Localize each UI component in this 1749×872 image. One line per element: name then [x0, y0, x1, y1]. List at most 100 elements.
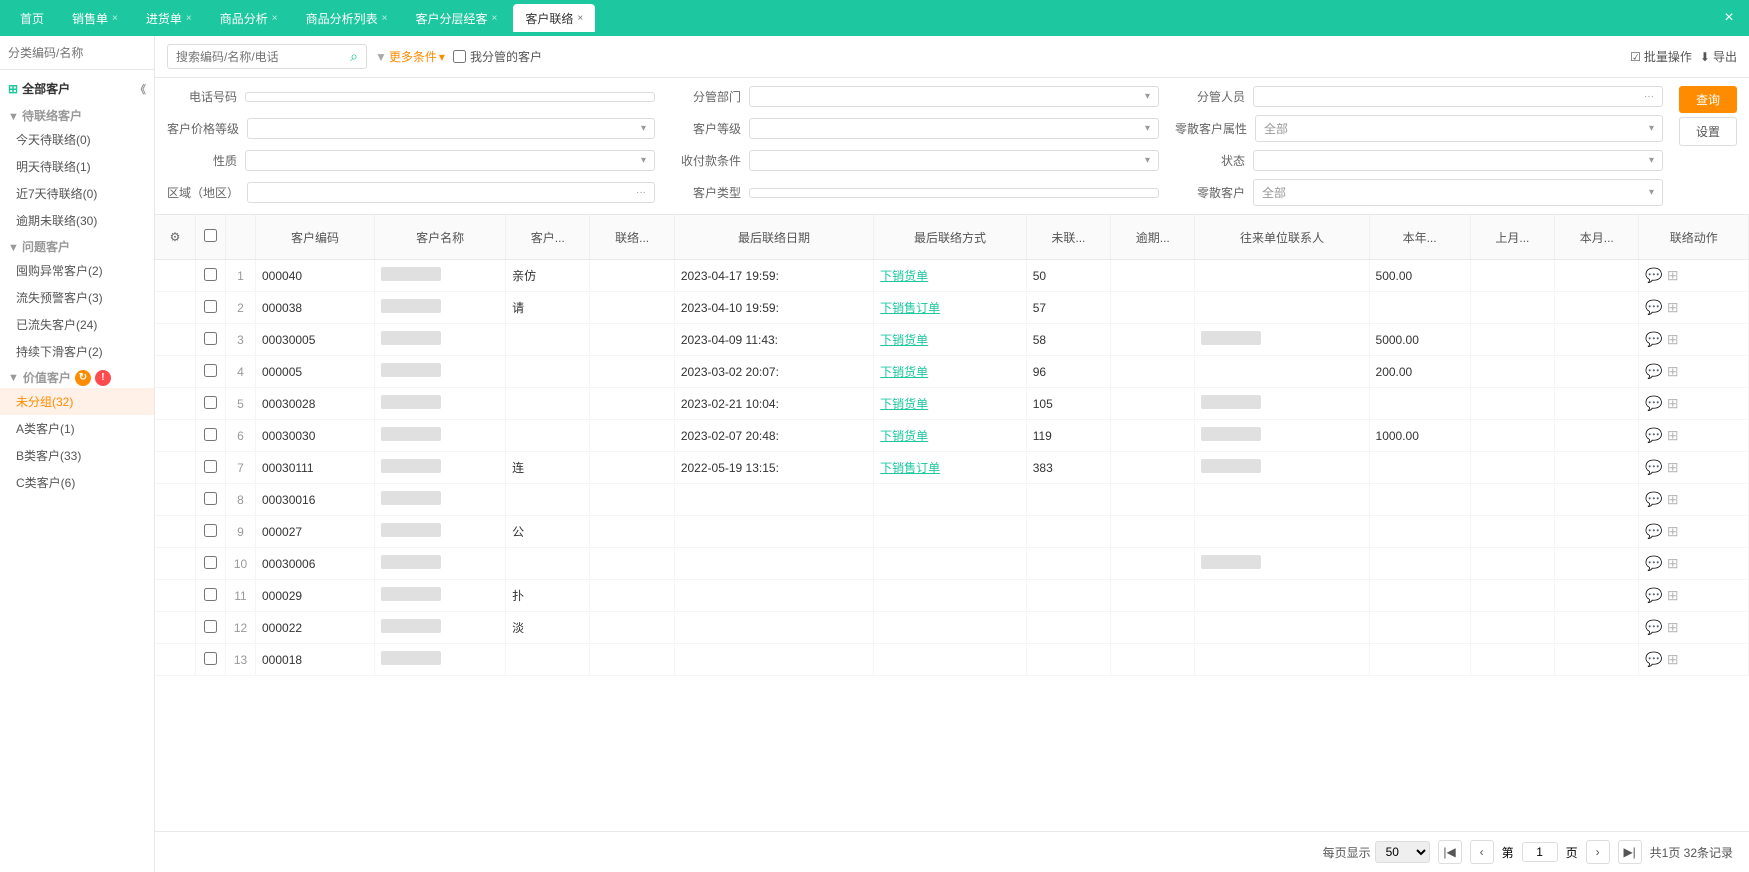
- row-checkbox[interactable]: [204, 492, 217, 505]
- manager-input[interactable]: ···: [1253, 86, 1663, 107]
- grid-action-icon[interactable]: ⊞: [1667, 651, 1679, 668]
- nav-tab-customer-contact[interactable]: 客户联络 ×: [513, 4, 595, 32]
- last-method-link[interactable]: 下销售订单: [880, 301, 940, 315]
- all-customers-header[interactable]: ⊞ 全部客户 《: [0, 74, 154, 103]
- chat-icon[interactable]: 💬: [1645, 619, 1662, 636]
- region-input[interactable]: ···: [247, 182, 655, 203]
- grid-action-icon[interactable]: ⊞: [1667, 587, 1679, 604]
- customer-level-select[interactable]: ▾: [749, 118, 1159, 139]
- nav-tab-analysis-list[interactable]: 商品分析列表 ×: [294, 4, 400, 32]
- phone-input[interactable]: [245, 92, 655, 102]
- batch-ops-button[interactable]: ☑ 批量操作: [1630, 48, 1692, 65]
- nav-tab-analysis[interactable]: 商品分析 ×: [208, 4, 290, 32]
- sidebar-item-tomorrow[interactable]: 明天待联络(1): [0, 153, 154, 180]
- search-button[interactable]: 查询: [1679, 86, 1737, 113]
- sidebar-item-class-a[interactable]: A类客户(1): [0, 415, 154, 442]
- grid-action-icon[interactable]: ⊞: [1667, 459, 1679, 476]
- sidebar-item-churn-warning[interactable]: 流失预警客户(3): [0, 284, 154, 311]
- sidebar-item-class-b[interactable]: B类客户(33): [0, 442, 154, 469]
- payment-select[interactable]: ▾: [749, 150, 1159, 171]
- row-checkbox[interactable]: [204, 524, 217, 537]
- close-icon[interactable]: ×: [272, 13, 278, 24]
- next-page-button[interactable]: ›: [1586, 840, 1610, 864]
- sidebar-item-declining[interactable]: 持续下滑客户(2): [0, 338, 154, 365]
- retail-attr-select[interactable]: 全部▾: [1255, 115, 1663, 142]
- close-icon[interactable]: ×: [186, 13, 192, 24]
- row-checkbox[interactable]: [204, 556, 217, 569]
- page-number-input[interactable]: [1522, 842, 1558, 862]
- sidebar-item-overdue[interactable]: 逾期未联络(30): [0, 207, 154, 234]
- chat-icon[interactable]: 💬: [1645, 491, 1662, 508]
- search-icon[interactable]: ⌕: [350, 48, 358, 65]
- row-checkbox[interactable]: [204, 460, 217, 473]
- nav-tab-customer-layer[interactable]: 客户分层经客 ×: [403, 4, 509, 32]
- dept-select[interactable]: ▾: [749, 86, 1159, 107]
- row-checkbox[interactable]: [204, 428, 217, 441]
- chat-icon[interactable]: 💬: [1645, 267, 1662, 284]
- settings-icon[interactable]: ⚙: [161, 223, 189, 251]
- close-icon[interactable]: ×: [382, 13, 388, 24]
- close-icon[interactable]: ×: [577, 13, 583, 24]
- chat-icon[interactable]: 💬: [1645, 555, 1662, 572]
- chat-icon[interactable]: 💬: [1645, 427, 1662, 444]
- row-checkbox[interactable]: [204, 620, 217, 633]
- nav-tab-sales[interactable]: 销售单 ×: [60, 4, 130, 32]
- grid-action-icon[interactable]: ⊞: [1667, 523, 1679, 540]
- row-checkbox[interactable]: [204, 364, 217, 377]
- export-button[interactable]: ⬇ 导出: [1700, 48, 1737, 65]
- chat-icon[interactable]: 💬: [1645, 331, 1662, 348]
- nav-tab-purchase[interactable]: 进货单 ×: [134, 4, 204, 32]
- reset-button[interactable]: 设置: [1679, 117, 1737, 146]
- sidebar-search-input[interactable]: [8, 46, 155, 60]
- row-checkbox[interactable]: [204, 588, 217, 601]
- chat-icon[interactable]: 💬: [1645, 523, 1662, 540]
- nav-tab-home[interactable]: 首页: [8, 4, 56, 32]
- sidebar-item-churned[interactable]: 已流失客户(24): [0, 311, 154, 338]
- grid-action-icon[interactable]: ⊞: [1667, 619, 1679, 636]
- my-customers-checkbox[interactable]: [453, 50, 466, 63]
- sidebar-item-abnormal[interactable]: 囤购异常客户(2): [0, 257, 154, 284]
- row-checkbox[interactable]: [204, 300, 217, 313]
- last-method-link[interactable]: 下销货单: [880, 429, 928, 443]
- row-checkbox[interactable]: [204, 332, 217, 345]
- chat-icon[interactable]: 💬: [1645, 587, 1662, 604]
- grid-action-icon[interactable]: ⊞: [1667, 331, 1679, 348]
- chat-icon[interactable]: 💬: [1645, 363, 1662, 380]
- last-method-link[interactable]: 下销货单: [880, 397, 928, 411]
- grid-action-icon[interactable]: ⊞: [1667, 395, 1679, 412]
- sidebar-item-ungroup[interactable]: 未分组(32): [0, 388, 154, 415]
- grid-action-icon[interactable]: ⊞: [1667, 555, 1679, 572]
- more-conditions-button[interactable]: ▼ 更多条件 ▾: [375, 48, 445, 65]
- select-all-checkbox[interactable]: [204, 229, 217, 242]
- sidebar-item-7days[interactable]: 近7天待联络(0): [0, 180, 154, 207]
- retail-select[interactable]: 全部▾: [1253, 179, 1663, 206]
- first-page-button[interactable]: |◀: [1438, 840, 1462, 864]
- chat-icon[interactable]: 💬: [1645, 459, 1662, 476]
- collapse-icon[interactable]: 《: [135, 81, 146, 97]
- nav-close-button[interactable]: ×: [1717, 6, 1741, 30]
- price-level-select[interactable]: ▾: [247, 118, 655, 139]
- chat-icon[interactable]: 💬: [1645, 395, 1662, 412]
- close-icon[interactable]: ×: [491, 13, 497, 24]
- sidebar-item-today[interactable]: 今天待联络(0): [0, 126, 154, 153]
- nature-select[interactable]: ▾: [245, 150, 655, 171]
- chat-icon[interactable]: 💬: [1645, 651, 1662, 668]
- grid-action-icon[interactable]: ⊞: [1667, 267, 1679, 284]
- customer-type-input[interactable]: [749, 188, 1159, 198]
- last-method-link[interactable]: 下销货单: [880, 365, 928, 379]
- page-size-select[interactable]: 50 20 100: [1375, 841, 1430, 863]
- chat-icon[interactable]: 💬: [1645, 299, 1662, 316]
- last-page-button[interactable]: ▶|: [1618, 840, 1642, 864]
- row-checkbox[interactable]: [204, 396, 217, 409]
- row-checkbox[interactable]: [204, 268, 217, 281]
- prev-page-button[interactable]: ‹: [1470, 840, 1494, 864]
- last-method-link[interactable]: 下销货单: [880, 333, 928, 347]
- grid-action-icon[interactable]: ⊞: [1667, 427, 1679, 444]
- row-checkbox[interactable]: [204, 652, 217, 665]
- sidebar-item-class-c[interactable]: C类客户(6): [0, 469, 154, 496]
- close-icon[interactable]: ×: [112, 13, 118, 24]
- status-select[interactable]: ▾: [1253, 150, 1663, 171]
- grid-action-icon[interactable]: ⊞: [1667, 363, 1679, 380]
- last-method-link[interactable]: 下销售订单: [880, 461, 940, 475]
- grid-action-icon[interactable]: ⊞: [1667, 299, 1679, 316]
